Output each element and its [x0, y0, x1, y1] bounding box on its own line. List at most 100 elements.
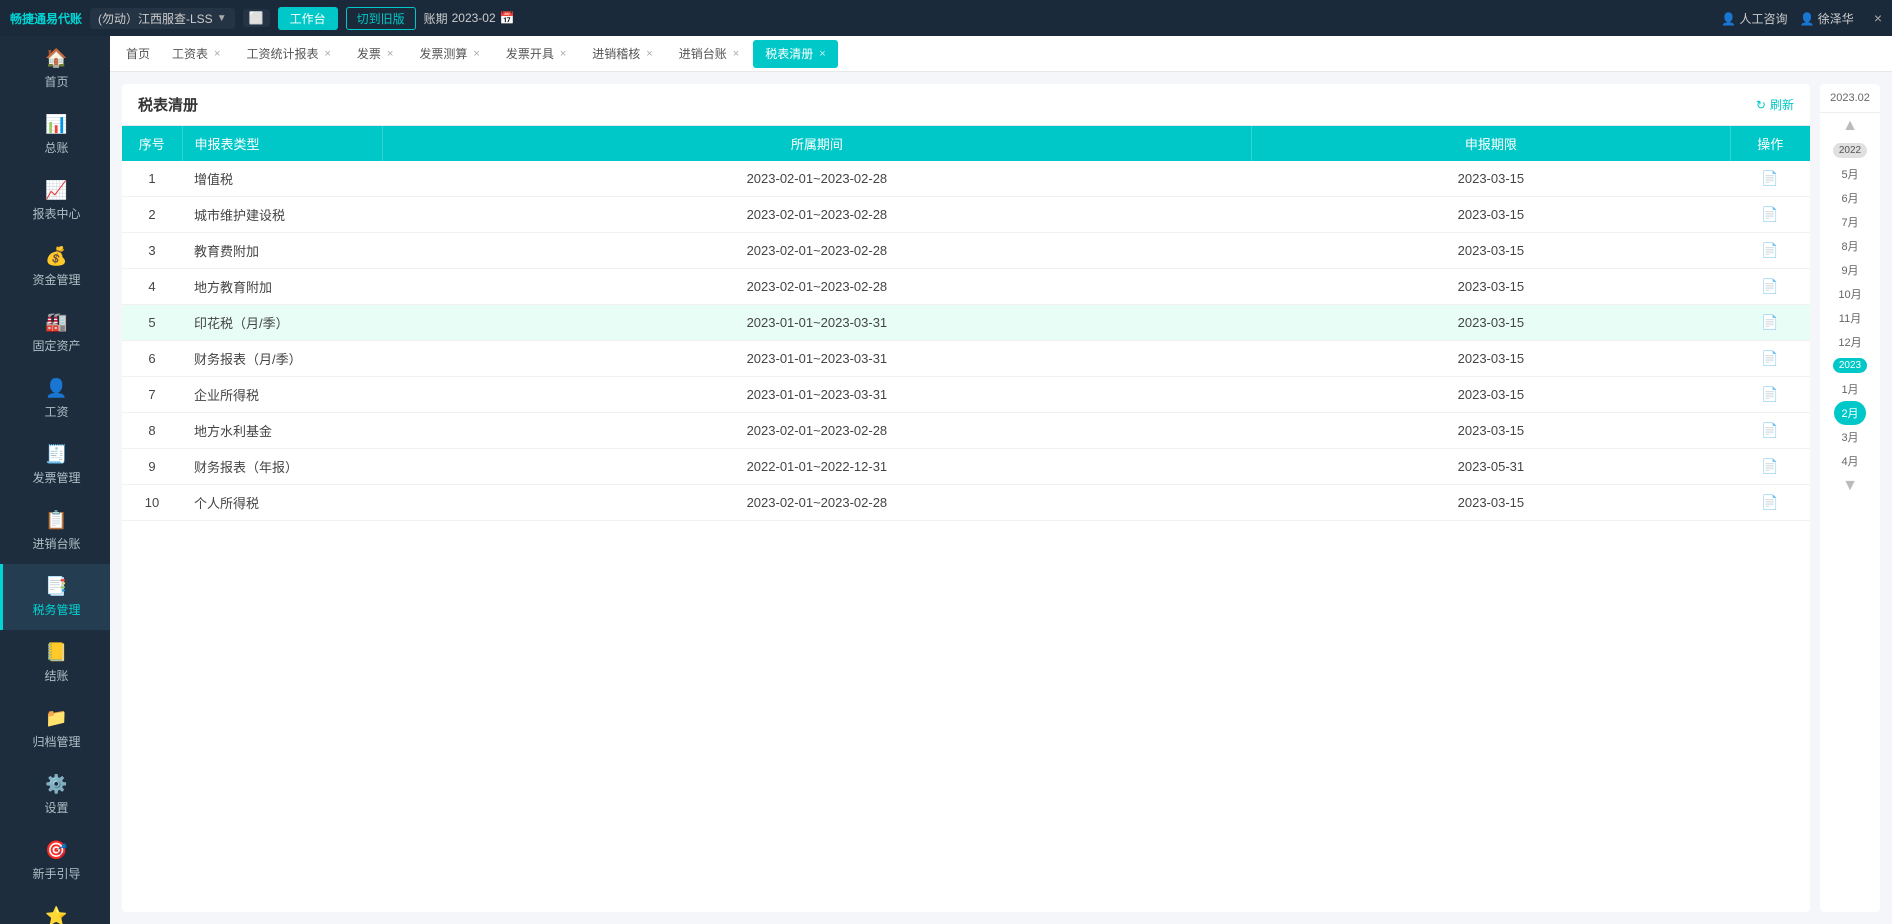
timeline-month-6[interactable]: 6月	[1820, 186, 1880, 210]
timeline-month-4[interactable]: 4月	[1820, 449, 1880, 473]
cell-deadline: 2023-03-15	[1252, 341, 1730, 377]
tab-tax-register-close[interactable]: ×	[819, 48, 825, 60]
col-action: 操作	[1730, 126, 1810, 161]
sidebar-label-fixed-assets: 固定资产	[32, 337, 80, 354]
sidebar-item-payroll[interactable]: 👤 工资	[0, 366, 110, 432]
action-doc-icon[interactable]: 📄	[1761, 386, 1778, 402]
tab-invoice-close[interactable]: ×	[387, 48, 393, 60]
timeline-month-5[interactable]: 5月	[1820, 162, 1880, 186]
sidebar-item-invoice[interactable]: 🧾 发票管理	[0, 432, 110, 498]
cell-index: 5	[122, 305, 182, 341]
cell-deadline: 2023-03-15	[1252, 233, 1730, 269]
user-profile[interactable]: 👤 徐泽华	[1800, 10, 1854, 27]
sidebar-label-invoice: 发票管理	[32, 469, 80, 486]
sidebar-item-fixed-assets[interactable]: 🏭 固定资产	[0, 300, 110, 366]
switch-old-button[interactable]: 切到旧版	[346, 7, 416, 30]
cell-action[interactable]: 📄	[1730, 305, 1810, 341]
tab-purchase-verify-label: 进销稽核	[592, 45, 640, 62]
cell-action[interactable]: 📄	[1730, 341, 1810, 377]
tab-invoice-issue[interactable]: 发票开具 ×	[494, 40, 578, 68]
cell-action[interactable]: 📄	[1730, 161, 1810, 197]
sidebar-item-archive[interactable]: 📁 归档管理	[0, 696, 110, 762]
action-doc-icon[interactable]: 📄	[1761, 458, 1778, 474]
sidebar-item-purchase-sales[interactable]: 📋 进销台账	[0, 498, 110, 564]
timeline-month-2-active[interactable]: 2月	[1834, 401, 1866, 425]
sidebar-label-tax: 税务管理	[32, 601, 80, 618]
tab-invoice-issue-close[interactable]: ×	[560, 48, 566, 60]
sidebar-item-newbie[interactable]: 🎯 新手引导	[0, 828, 110, 894]
cell-action[interactable]: 📄	[1730, 197, 1810, 233]
cell-period: 2023-02-01~2023-02-28	[382, 269, 1252, 305]
sidebar-item-closing[interactable]: 📒 结账	[0, 630, 110, 696]
action-doc-icon[interactable]: 📄	[1761, 242, 1778, 258]
refresh-icon: ↻	[1756, 98, 1766, 112]
action-doc-icon[interactable]: 📄	[1761, 314, 1778, 330]
sidebar-item-funds[interactable]: 💰 资金管理	[0, 234, 110, 300]
action-doc-icon[interactable]: 📄	[1761, 170, 1778, 186]
cell-action[interactable]: 📄	[1730, 233, 1810, 269]
action-doc-icon[interactable]: 📄	[1761, 278, 1778, 294]
tab-purchase-ledger-close[interactable]: ×	[733, 48, 739, 60]
cell-action[interactable]: 📄	[1730, 377, 1810, 413]
help-button[interactable]: 👤 人工咨询	[1721, 10, 1787, 27]
page-content: 税表清册 ↻ 刷新 序号 申报表类型 所属期间 申报期限	[110, 72, 1892, 924]
timeline-up-nav[interactable]: ▲	[1842, 113, 1858, 139]
copy-icon-button[interactable]: ⬜	[243, 9, 270, 27]
cell-type: 印花税（月/季）	[182, 305, 382, 341]
sidebar-item-member[interactable]: ⭐ 畅会员	[0, 894, 110, 924]
timeline-month-7[interactable]: 7月	[1820, 210, 1880, 234]
action-doc-icon[interactable]: 📄	[1761, 206, 1778, 222]
tab-purchase-ledger[interactable]: 进销台账 ×	[667, 40, 751, 68]
tab-tax-register[interactable]: 税表清册 ×	[753, 40, 837, 68]
cell-period: 2023-02-01~2023-02-28	[382, 413, 1252, 449]
tab-purchase-verify[interactable]: 进销稽核 ×	[580, 40, 664, 68]
timeline-month-8[interactable]: 8月	[1820, 234, 1880, 258]
tab-invoice-calc-close[interactable]: ×	[473, 48, 479, 60]
cell-action[interactable]: 📄	[1730, 269, 1810, 305]
timeline-month-11[interactable]: 11月	[1820, 306, 1880, 330]
tab-purchase-verify-close[interactable]: ×	[646, 48, 652, 60]
cell-type: 企业所得税	[182, 377, 382, 413]
tab-payroll-stats-close[interactable]: ×	[324, 48, 330, 60]
window-close-button[interactable]: ×	[1874, 10, 1882, 26]
sidebar-item-reports[interactable]: 📈 报表中心	[0, 168, 110, 234]
cell-period: 2023-01-01~2023-03-31	[382, 341, 1252, 377]
timeline-month-12[interactable]: 12月	[1820, 330, 1880, 354]
tab-invoice[interactable]: 发票 ×	[345, 40, 405, 68]
workbench-button[interactable]: 工作台	[278, 7, 338, 30]
company-selector[interactable]: (勿动）江西服查-LSS ▼	[90, 8, 235, 29]
tab-invoice-calc[interactable]: 发票测算 ×	[407, 40, 491, 68]
refresh-button[interactable]: ↻ 刷新	[1756, 96, 1794, 113]
sidebar-item-ledger[interactable]: 📊 总账	[0, 102, 110, 168]
cell-action[interactable]: 📄	[1730, 485, 1810, 521]
tab-payroll-stats[interactable]: 工资统计报表 ×	[234, 40, 342, 68]
table-row: 4 地方教育附加 2023-02-01~2023-02-28 2023-03-1…	[122, 269, 1810, 305]
table-row: 8 地方水利基金 2023-02-01~2023-02-28 2023-03-1…	[122, 413, 1810, 449]
sidebar-item-settings[interactable]: ⚙️ 设置	[0, 762, 110, 828]
timeline-month-1[interactable]: 1月	[1820, 377, 1880, 401]
tab-payroll-stats-label: 工资统计报表	[246, 45, 318, 62]
action-doc-icon[interactable]: 📄	[1761, 422, 1778, 438]
tab-bar: 首页 工资表 × 工资统计报表 × 发票 × 发票测算 × 发票开具 ×	[110, 36, 1892, 72]
cell-action[interactable]: 📄	[1730, 413, 1810, 449]
cell-action[interactable]: 📄	[1730, 449, 1810, 485]
timeline-month-10[interactable]: 10月	[1820, 282, 1880, 306]
tab-payroll-close[interactable]: ×	[214, 48, 220, 60]
timeline-month-3[interactable]: 3月	[1820, 425, 1880, 449]
cell-period: 2023-02-01~2023-02-28	[382, 233, 1252, 269]
tab-home[interactable]: 首页	[118, 45, 158, 62]
timeline-down-nav[interactable]: ▼	[1842, 473, 1858, 499]
sidebar-item-home[interactable]: 🏠 首页	[0, 36, 110, 102]
timeline-year-2023[interactable]: 2023	[1833, 358, 1867, 373]
action-doc-icon[interactable]: 📄	[1761, 494, 1778, 510]
calendar-icon[interactable]: 📅	[500, 11, 515, 25]
col-index: 序号	[122, 126, 182, 161]
cell-index: 9	[122, 449, 182, 485]
timeline-year-2022[interactable]: 2022	[1833, 143, 1867, 158]
cell-type: 地方教育附加	[182, 269, 382, 305]
tab-payroll[interactable]: 工资表 ×	[160, 40, 232, 68]
timeline-month-9[interactable]: 9月	[1820, 258, 1880, 282]
action-doc-icon[interactable]: 📄	[1761, 350, 1778, 366]
sidebar-item-tax[interactable]: 📑 税务管理	[0, 564, 110, 630]
cell-period: 2023-02-01~2023-02-28	[382, 485, 1252, 521]
